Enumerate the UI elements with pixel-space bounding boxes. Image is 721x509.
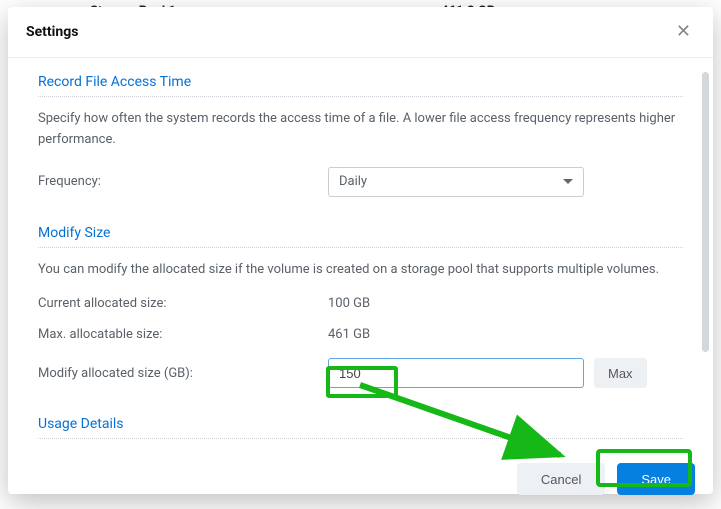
section-title-usage-details: Usage Details xyxy=(38,404,683,439)
dialog-footer: Cancel Save xyxy=(8,451,713,509)
cancel-button[interactable]: Cancel xyxy=(517,463,605,495)
max-button[interactable]: Max xyxy=(594,358,647,388)
chevron-down-icon xyxy=(563,179,573,184)
section-title-modify-size: Modify Size xyxy=(38,213,683,248)
record-access-desc: Specify how often the system records the… xyxy=(38,109,683,151)
modify-size-row: Modify allocated size (GB): Max xyxy=(38,358,683,388)
dialog-title: Settings xyxy=(26,24,78,40)
dialog-body: Record File Access Time Specify how ofte… xyxy=(8,58,713,451)
current-size-value: 100 GB xyxy=(328,296,370,311)
frequency-row: Frequency: Daily xyxy=(38,167,683,197)
frequency-value: Daily xyxy=(339,174,367,189)
modify-size-input[interactable] xyxy=(328,358,584,388)
current-size-label: Current allocated size: xyxy=(38,296,328,311)
save-button[interactable]: Save xyxy=(617,463,695,495)
frequency-label: Frequency: xyxy=(38,174,328,189)
max-size-value: 461 GB xyxy=(328,327,370,342)
close-icon[interactable]: ✕ xyxy=(672,21,695,43)
dialog-header: Settings ✕ xyxy=(8,7,713,58)
settings-dialog: Settings ✕ Record File Access Time Speci… xyxy=(8,7,713,494)
modify-size-label: Modify allocated size (GB): xyxy=(38,366,328,381)
modify-size-desc: You can modify the allocated size if the… xyxy=(38,260,683,281)
max-size-label: Max. allocatable size: xyxy=(38,327,328,342)
frequency-select[interactable]: Daily xyxy=(328,167,584,197)
section-title-record-access: Record File Access Time xyxy=(38,66,683,97)
scrollbar[interactable] xyxy=(702,72,709,352)
max-size-row: Max. allocatable size: 461 GB xyxy=(38,327,683,342)
current-size-row: Current allocated size: 100 GB xyxy=(38,296,683,311)
